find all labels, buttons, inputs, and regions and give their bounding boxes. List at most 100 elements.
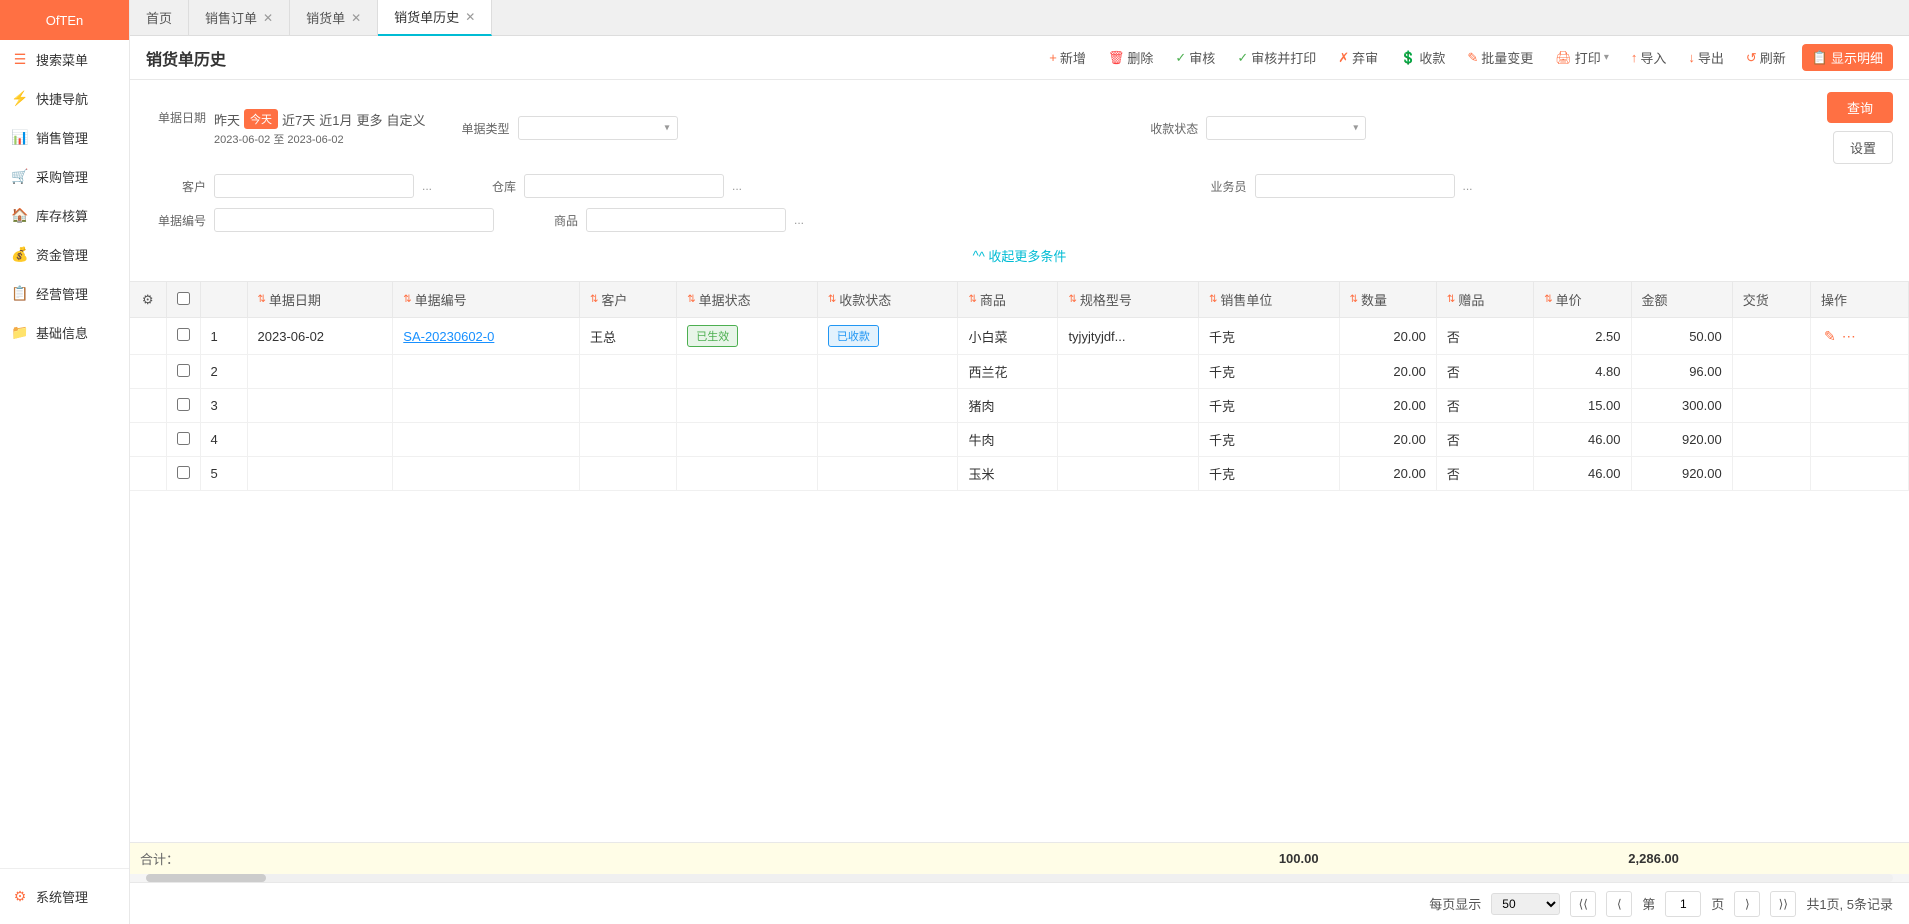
tab-sales-order-label: 销售订单 xyxy=(205,8,257,27)
shortcut-more[interactable]: 更多 xyxy=(356,110,382,129)
review-button[interactable]: ✓ 审核 xyxy=(1169,44,1221,71)
delete-button[interactable]: 🗑 删除 xyxy=(1102,44,1160,71)
th-checkbox[interactable] xyxy=(166,282,200,318)
abandon-button[interactable]: ✗ 弃审 xyxy=(1332,44,1384,71)
sidebar-logo: OfTEn xyxy=(0,0,129,40)
td-checkbox[interactable] xyxy=(166,318,200,355)
query-button[interactable]: 查询 xyxy=(1827,92,1893,123)
th-paymentstatus[interactable]: ⇅收款状态 xyxy=(817,282,958,318)
shortcut-today[interactable]: 今天 xyxy=(244,109,278,129)
payment-status-select[interactable] xyxy=(1206,116,1366,140)
doc-number-input[interactable] xyxy=(214,208,494,232)
setting-button[interactable]: 设置 xyxy=(1833,131,1893,164)
collect-button[interactable]: 💲 收款 xyxy=(1394,44,1451,71)
th-date[interactable]: ⇅单据日期 xyxy=(247,282,393,318)
th-docno[interactable]: ⇅单据编号 xyxy=(393,282,580,318)
row-checkbox[interactable] xyxy=(177,364,190,377)
select-all-checkbox[interactable] xyxy=(177,292,190,305)
shortcut-yesterday[interactable]: 昨天 xyxy=(214,110,240,129)
tab-sales-history[interactable]: 销货单历史 ✕ xyxy=(378,0,492,36)
td-checkbox[interactable] xyxy=(166,423,200,457)
tab-sales-goods[interactable]: 销货单 ✕ xyxy=(290,0,378,36)
refresh-button[interactable]: ↺ 刷新 xyxy=(1740,44,1792,71)
tab-sales-history-close[interactable]: ✕ xyxy=(465,10,475,24)
td-checkbox[interactable] xyxy=(166,355,200,389)
goods-ellipsis[interactable]: ... xyxy=(794,213,804,227)
date-range-display: 2023-06-02 至 2023-06-02 xyxy=(214,131,426,147)
refresh-label: 刷新 xyxy=(1760,48,1786,67)
td-transaction xyxy=(1732,355,1810,389)
sidebar-item-inventory[interactable]: 🏠 库存核算 xyxy=(0,196,129,235)
first-page-btn[interactable]: ⟨⟨ xyxy=(1570,891,1596,917)
staff-input[interactable] xyxy=(1255,174,1455,198)
batch-change-button[interactable]: ✎ 批量变更 xyxy=(1461,44,1539,71)
row-checkbox[interactable] xyxy=(177,432,190,445)
sidebar-item-quicknav[interactable]: ⚡ 快捷导航 xyxy=(0,79,129,118)
td-actions xyxy=(1811,423,1909,457)
th-qty[interactable]: ⇅数量 xyxy=(1339,282,1436,318)
page-number-input[interactable] xyxy=(1665,891,1701,917)
sidebar-item-system[interactable]: ⚙ 系统管理 xyxy=(0,877,129,916)
shortcut-7days[interactable]: 近7天 xyxy=(282,110,315,129)
tab-sales-order-close[interactable]: ✕ xyxy=(263,11,273,25)
export-button[interactable]: ↓ 导出 xyxy=(1682,44,1730,71)
prev-page-btn[interactable]: ⟨ xyxy=(1606,891,1632,917)
customer-input[interactable] xyxy=(214,174,414,198)
show-detail-icon: 📋 xyxy=(1812,50,1828,66)
th-unitprice[interactable]: ⇅单价 xyxy=(1534,282,1631,318)
goods-input[interactable] xyxy=(586,208,786,232)
sidebar-item-operations[interactable]: 📋 经营管理 xyxy=(0,274,129,313)
more-action[interactable]: ⋯ xyxy=(1842,328,1856,344)
sidebar-item-finance[interactable]: 💰 资金管理 xyxy=(0,235,129,274)
sidebar-bottom: ⚙ 系统管理 xyxy=(0,868,129,924)
tab-home[interactable]: 首页 xyxy=(130,0,189,36)
td-checkbox[interactable] xyxy=(166,389,200,423)
row-checkbox[interactable] xyxy=(177,328,190,341)
tab-sales-goods-close[interactable]: ✕ xyxy=(351,11,361,25)
th-settings[interactable]: ⚙ xyxy=(130,282,166,318)
doc-type-select[interactable] xyxy=(518,116,678,140)
th-customer[interactable]: ⇅客户 xyxy=(579,282,676,318)
tab-home-label: 首页 xyxy=(146,8,172,27)
warehouse-ellipsis[interactable]: ... xyxy=(732,179,742,193)
print-button[interactable]: 🖨 打印 ▾ xyxy=(1549,44,1615,71)
import-button[interactable]: ↑ 导入 xyxy=(1625,44,1673,71)
edit-action[interactable]: ✎ xyxy=(1824,328,1836,344)
th-spec[interactable]: ⇅规格型号 xyxy=(1058,282,1199,318)
td-gift: 否 xyxy=(1436,355,1533,389)
customer-ellipsis[interactable]: ... xyxy=(422,179,432,193)
footer-total-amount: 2,286.00 xyxy=(1589,851,1689,866)
th-docstatus[interactable]: ⇅单据状态 xyxy=(677,282,818,318)
sidebar-item-sales[interactable]: 📊 销售管理 xyxy=(0,118,129,157)
doc-no-link[interactable]: SA-20230602-0 xyxy=(403,329,494,344)
search-menu-icon: ☰ xyxy=(12,52,28,68)
review-print-button[interactable]: ✓ 审核并打印 xyxy=(1231,44,1322,71)
scrollbar-thumb[interactable] xyxy=(146,874,266,882)
collapse-button[interactable]: ^ ^ 收起更多条件 xyxy=(146,242,1893,269)
staff-group: 业务员 ... xyxy=(1187,174,1894,198)
new-button[interactable]: + 新增 xyxy=(1043,44,1092,71)
td-actions: ✎⋯ xyxy=(1811,318,1909,355)
sidebar-item-search[interactable]: ☰ 搜索菜单 xyxy=(0,40,129,79)
last-page-btn[interactable]: ⟩⟩ xyxy=(1770,891,1796,917)
next-page-btn[interactable]: ⟩ xyxy=(1734,891,1760,917)
sidebar-item-purchase[interactable]: 🛒 采购管理 xyxy=(0,157,129,196)
th-unit[interactable]: ⇅销售单位 xyxy=(1199,282,1340,318)
row-checkbox[interactable] xyxy=(177,466,190,479)
staff-ellipsis[interactable]: ... xyxy=(1463,179,1473,193)
row-checkbox[interactable] xyxy=(177,398,190,411)
show-detail-button[interactable]: 📋 显示明细 xyxy=(1802,44,1893,71)
per-page-select[interactable]: 50 20 100 xyxy=(1491,893,1560,915)
horizontal-scrollbar[interactable] xyxy=(146,874,1893,882)
tab-sales-order[interactable]: 销售订单 ✕ xyxy=(189,0,290,36)
th-gift[interactable]: ⇅赠品 xyxy=(1436,282,1533,318)
td-transaction xyxy=(1732,389,1810,423)
th-goods[interactable]: ⇅商品 xyxy=(958,282,1058,318)
sidebar-item-basicinfo[interactable]: 📁 基础信息 xyxy=(0,313,129,352)
shortcut-1month[interactable]: 近1月 xyxy=(319,110,352,129)
warehouse-input[interactable] xyxy=(524,174,724,198)
shortcut-custom[interactable]: 自定义 xyxy=(387,110,426,129)
td-rownum: 5 xyxy=(200,457,247,491)
td-checkbox[interactable] xyxy=(166,457,200,491)
th-rownum xyxy=(200,282,247,318)
